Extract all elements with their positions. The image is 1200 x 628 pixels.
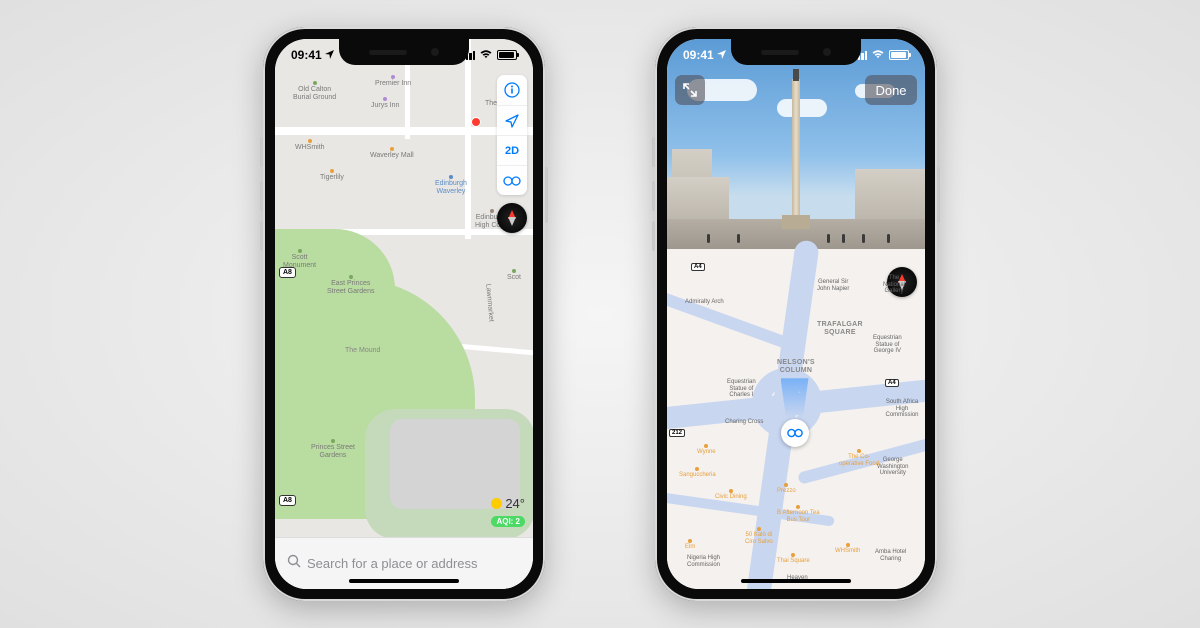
lookaround-button[interactable]: [497, 165, 527, 195]
poi-prezzo[interactable]: Prezzo: [777, 483, 796, 495]
sun-icon: [491, 498, 502, 509]
aqi-badge: AQI: 2: [491, 516, 525, 527]
search-placeholder: Search for a place or address: [307, 556, 478, 571]
wifi-icon: [479, 48, 493, 62]
notch: [731, 39, 861, 65]
location-services-icon: [717, 48, 727, 62]
search-icon: [287, 554, 301, 573]
poi-coop[interactable]: The Co-operative Food: [839, 449, 879, 467]
poi-tigerlily[interactable]: Tigerlily: [320, 169, 344, 182]
poi-elm[interactable]: Elm: [685, 539, 695, 551]
no-entry-icon: [471, 117, 481, 127]
poi-jurys-inn[interactable]: Jurys Inn: [371, 97, 399, 110]
poi-sanguccheria[interactable]: Sanguccheria: [679, 467, 716, 479]
poi-sa-hc[interactable]: South AfricaHigh Commission: [879, 399, 925, 419]
poi-east-princes-gardens[interactable]: East PrincesStreet Gardens: [327, 275, 374, 295]
poi-premier-inn[interactable]: Premier Inn: [375, 75, 411, 88]
road-shield-a4-2: A4: [885, 379, 899, 387]
poi-kolo[interactable]: 50 Kalò diCiro Salvo: [745, 527, 773, 545]
status-time: 09:41: [291, 48, 322, 62]
poi-charing-cross[interactable]: Charing Cross: [725, 419, 763, 426]
temperature-value: 24°: [505, 496, 525, 511]
poi-national-gallery[interactable]: TheNationalGallery: [883, 275, 905, 295]
info-button[interactable]: [497, 75, 527, 105]
location-services-icon: [325, 48, 335, 62]
label-nelsons-column: NELSON'SCOLUMN: [777, 359, 815, 374]
done-button[interactable]: Done: [865, 75, 917, 105]
status-time: 09:41: [683, 48, 714, 62]
compass-icon[interactable]: [497, 203, 527, 233]
poi-nigeria-hc[interactable]: Nigeria HighCommission: [687, 555, 720, 568]
battery-icon: [497, 50, 517, 60]
road-shield-a8-top: A8: [279, 267, 296, 278]
poi-the-mound[interactable]: The Mound: [345, 347, 380, 355]
poi-waverley-station[interactable]: EdinburghWaverley: [435, 175, 467, 195]
view-mode-button[interactable]: 2D: [497, 135, 527, 165]
label-trafalgar: TRAFALGARSQUARE: [817, 321, 863, 336]
poi-scot[interactable]: Scot: [507, 269, 521, 282]
phone-right: 09:41 Done: [655, 27, 937, 601]
road-shield-a8-bottom: A8: [279, 495, 296, 506]
poi-gwu[interactable]: GeorgeWashingtonUniversity: [877, 457, 908, 477]
poi-princes-gardens[interactable]: Princes StreetGardens: [311, 439, 355, 459]
poi-thai-square[interactable]: Thai Square: [777, 553, 810, 565]
screen-right: 09:41 Done: [667, 39, 925, 589]
notch: [339, 39, 469, 65]
lookaround-viewport[interactable]: [667, 39, 925, 249]
poi-amba[interactable]: Amba HotelCharing: [875, 549, 906, 562]
poi-charles-i[interactable]: EquestrianStatue ofCharles I: [727, 379, 756, 399]
poi-whsmith-2[interactable]: WHSmith: [835, 543, 860, 555]
locate-button[interactable]: [497, 105, 527, 135]
poi-lawnmarket: Lawnmarket: [484, 284, 495, 323]
home-indicator[interactable]: [349, 579, 459, 583]
road-shield-212: 212: [669, 429, 685, 437]
weather-widget[interactable]: 24° AQI: 2: [491, 496, 525, 529]
map-controls: 2D: [497, 75, 527, 233]
nelsons-column: [792, 79, 800, 219]
wifi-icon: [871, 48, 885, 62]
map-canvas-lookaround[interactable]: A4 A4 212 TRAFALGARSQUARE NELSON'SCOLUMN…: [667, 249, 925, 589]
screen-left: 09:41 Old CaltonBurial Ground Premier In…: [275, 39, 533, 589]
battery-icon: [889, 50, 909, 60]
poi-civic-dining[interactable]: Civic Dining: [715, 489, 747, 501]
poi-sir-john[interactable]: General SirJohn Napier: [817, 279, 849, 292]
poi-wynne[interactable]: Wynne: [697, 444, 716, 456]
poi-whsmith[interactable]: WHSmith: [295, 139, 325, 152]
poi-waverley-mall[interactable]: Waverley Mall: [370, 147, 414, 160]
lookaround-cursor[interactable]: [781, 419, 809, 447]
expand-button[interactable]: [675, 75, 705, 105]
poi-afternoon-tea[interactable]: B Afternoon TeaBus Tour: [777, 505, 820, 523]
poi-old-calton[interactable]: Old CaltonBurial Ground: [293, 81, 336, 101]
poi-george-iv[interactable]: EquestrianStatue ofGeorge IV: [873, 335, 902, 355]
road-shield-a4: A4: [691, 263, 705, 271]
phone-left: 09:41 Old CaltonBurial Ground Premier In…: [263, 27, 545, 601]
home-indicator[interactable]: [741, 579, 851, 583]
poi-admiralty-arch[interactable]: Admiralty Arch: [685, 299, 724, 306]
